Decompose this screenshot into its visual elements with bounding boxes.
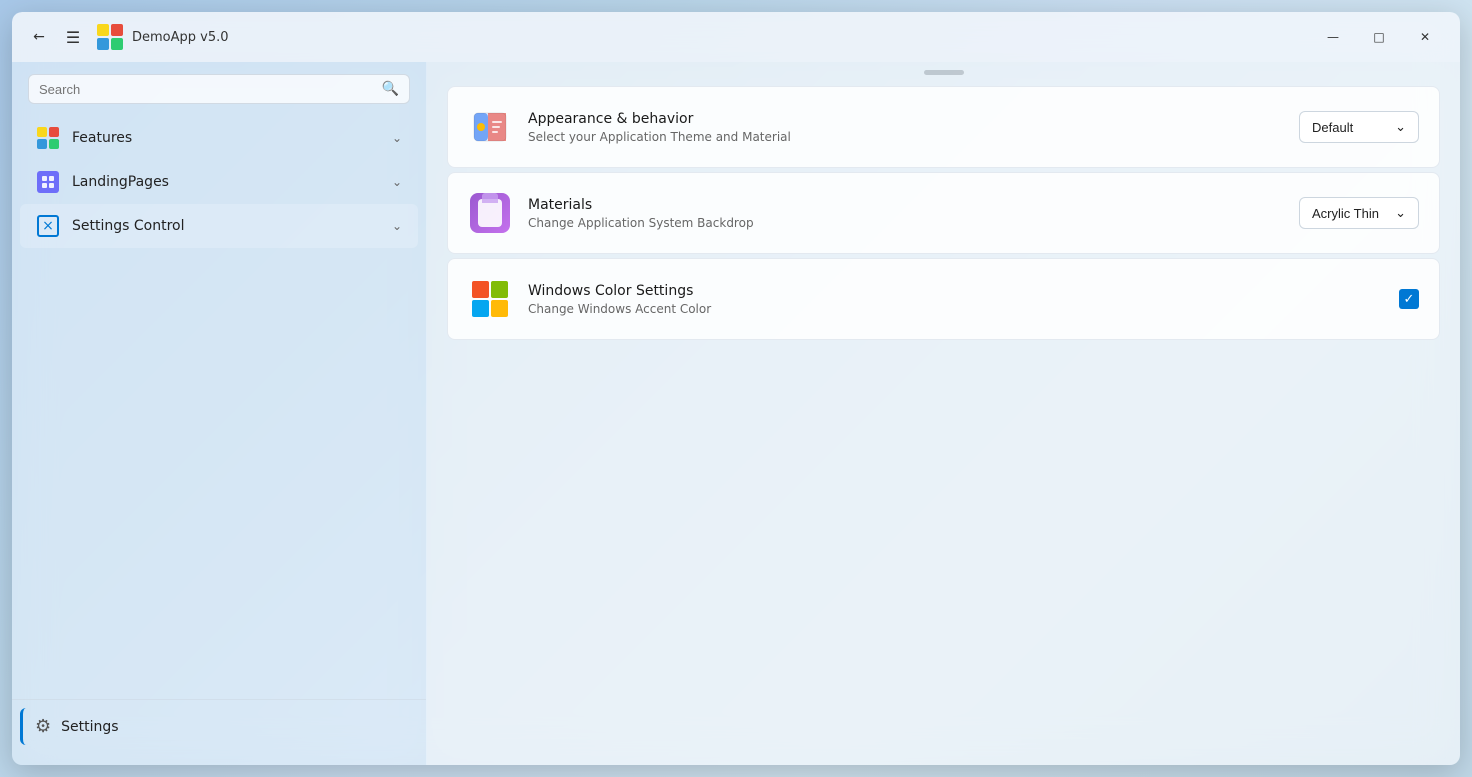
sidebar: 🔍 Features ⌄ [12,62,427,765]
landing-pages-label: LandingPages [72,174,380,190]
windows-color-text: Windows Color Settings Change Windows Ac… [528,283,1383,316]
settings-control-label: Settings Control [72,218,380,234]
search-input[interactable] [39,82,374,97]
main-panel: Appearance & behavior Select your Applic… [427,62,1460,765]
gear-icon: ⚙ [35,716,51,737]
minimize-button[interactable]: — [1310,21,1356,53]
close-button[interactable]: ✕ [1402,21,1448,53]
content-area: 🔍 Features ⌄ [12,62,1460,765]
settings-control-chevron-icon: ⌄ [392,219,402,233]
materials-desc: Change Application System Backdrop [528,216,1283,230]
features-icon [36,126,60,150]
materials-dropdown-value: Acrylic Thin [1312,206,1379,221]
appearance-title: Appearance & behavior [528,111,1283,127]
appearance-control: Default ⌄ [1299,111,1419,143]
maximize-button[interactable]: □ [1356,21,1402,53]
features-label: Features [72,130,380,146]
landing-pages-icon [36,170,60,194]
windows-color-card: Windows Color Settings Change Windows Ac… [447,258,1440,340]
app-window: ← ☰ DemoApp v5.0 — □ ✕ 🔍 [12,12,1460,765]
windows-color-desc: Change Windows Accent Color [528,302,1383,316]
window-controls: — □ ✕ [1310,21,1448,53]
windows-color-icon [468,277,512,321]
windows-color-control [1399,289,1419,309]
drag-handle[interactable] [924,70,964,75]
appearance-dropdown-value: Default [1312,120,1353,135]
appearance-icon [468,105,512,149]
search-box[interactable]: 🔍 [28,74,410,104]
settings-cards: Appearance & behavior Select your Applic… [427,62,1460,360]
app-icon [96,23,124,51]
materials-text: Materials Change Application System Back… [528,197,1283,230]
sidebar-item-landing-pages[interactable]: LandingPages ⌄ [20,160,418,204]
appearance-desc: Select your Application Theme and Materi… [528,130,1283,144]
appearance-text: Appearance & behavior Select your Applic… [528,111,1283,144]
sidebar-item-features[interactable]: Features ⌄ [20,116,418,160]
materials-dropdown[interactable]: Acrylic Thin ⌄ [1299,197,1419,229]
materials-dropdown-chevron-icon: ⌄ [1395,205,1406,221]
materials-card: Materials Change Application System Back… [447,172,1440,254]
appearance-card: Appearance & behavior Select your Applic… [447,86,1440,168]
appearance-dropdown-chevron-icon: ⌄ [1395,119,1406,135]
sidebar-item-settings-control[interactable]: Settings Control ⌄ [20,204,418,248]
settings-bottom-button[interactable]: ⚙ Settings [20,708,418,745]
landing-pages-chevron-icon: ⌄ [392,175,402,189]
materials-control: Acrylic Thin ⌄ [1299,197,1419,229]
features-chevron-icon: ⌄ [392,131,402,145]
back-button[interactable]: ← [24,22,54,52]
windows-color-title: Windows Color Settings [528,283,1383,299]
search-container: 🔍 [12,74,426,116]
app-title: DemoApp v5.0 [132,30,229,45]
search-icon: 🔍 [382,81,399,97]
sidebar-bottom: ⚙ Settings [12,699,426,753]
menu-button[interactable]: ☰ [58,22,88,52]
settings-control-icon [36,214,60,238]
windows-color-checkbox[interactable] [1399,289,1419,309]
titlebar: ← ☰ DemoApp v5.0 — □ ✕ [12,12,1460,62]
settings-bottom-label: Settings [61,719,118,735]
materials-icon [468,191,512,235]
appearance-dropdown[interactable]: Default ⌄ [1299,111,1419,143]
materials-title: Materials [528,197,1283,213]
